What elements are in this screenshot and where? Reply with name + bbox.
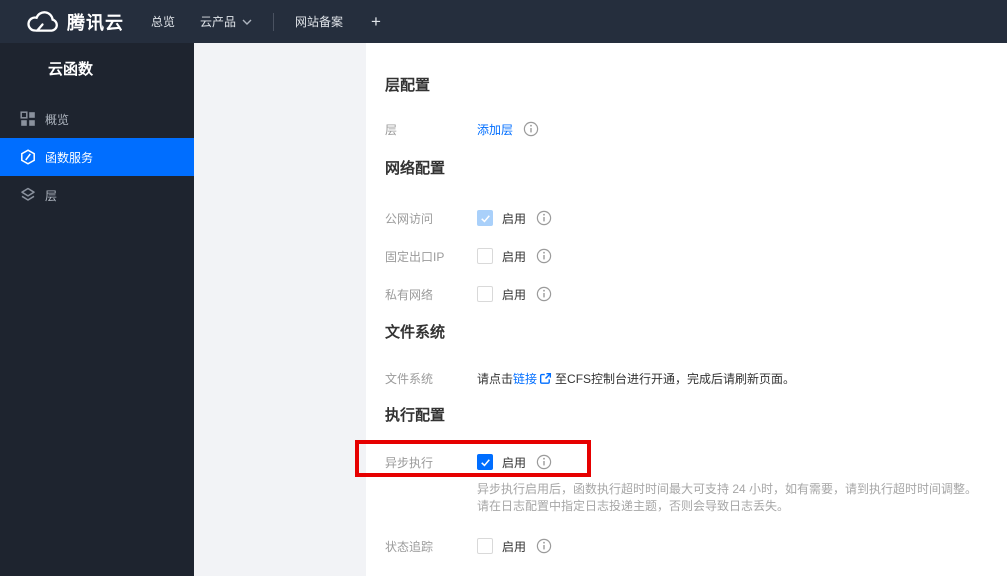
section-heading-execution-config: 执行配置 [385,407,446,424]
section-heading-file-system: 文件系统 [385,324,446,341]
enable-label: 启用 [502,287,527,302]
section-heading-network-config: 网络配置 [385,160,446,177]
topbar-nav: 总览 云产品 网站备案 + [151,12,381,31]
file-system-row: 文件系统 请点击链接 至CFS控制台进行开通，完成后请刷新页面。 [385,369,1007,387]
info-icon[interactable] [536,454,552,470]
info-icon[interactable] [536,286,552,302]
nav-overview[interactable]: 总览 [151,13,175,30]
layers-icon [21,187,35,201]
sidebar-item-overview[interactable]: 概览 [0,100,194,138]
brand-name: 腾讯云 [67,12,124,33]
async-desc-line1: 异步执行启用后，函数执行超时时间最大可支持 24 小时，如有需要，请到执行超时时… [477,482,978,496]
sidebar-title: 云函数 [48,61,94,78]
nav-divider [273,12,275,31]
sidebar-item-label: 层 [45,188,58,203]
fixed-ip-label: 固定出口IP [385,249,445,264]
sidebar-item-label: 概览 [45,112,70,127]
async-execution-checkbox[interactable] [477,454,493,470]
async-execution-label: 异步执行 [385,455,434,470]
section-heading-layer-config: 层配置 [385,77,431,94]
sidebar-item-label: 函数服务 [45,150,94,165]
info-icon[interactable] [523,121,539,137]
async-execution-row: 异步执行 启用 [385,450,1007,474]
grid-icon [20,111,35,126]
layer-row: 层 添加层 [385,120,1007,138]
nav-cloud-products[interactable]: 云产品 [200,13,252,30]
sidebar: 云函数 概览 函数服务 层 [0,43,194,576]
add-nav-tab-button[interactable]: + [371,13,381,30]
topbar: 腾讯云 总览 云产品 网站备案 + [0,0,1007,43]
function-config-form: 层配置 层 添加层 网络配置 公网访问 启用 固定出口IP 启用 私有网络 启用… [366,43,1007,576]
fixed-ip-row: 固定出口IP 启用 [385,244,1007,268]
status-tracking-checkbox[interactable] [477,538,493,554]
add-layer-link[interactable]: 添加层 [477,121,513,138]
function-hexagon-icon [21,149,35,165]
enable-label: 启用 [502,211,527,226]
nav-website-beian[interactable]: 网站备案 [295,13,343,30]
enable-label: 启用 [502,455,527,470]
enable-label: 启用 [502,539,527,554]
status-tracking-label: 状态追踪 [385,539,434,554]
file-system-hint-suffix: 至CFS控制台进行开通，完成后请刷新页面。 [555,371,796,386]
private-network-checkbox[interactable] [477,286,493,302]
chevron-down-icon [242,19,252,25]
tencent-cloud-logo-icon [27,10,58,32]
brand-home-link[interactable]: 腾讯云 [22,9,124,35]
file-system-label: 文件系统 [385,371,434,386]
sidebar-item-function-service[interactable]: 函数服务 [0,138,194,176]
nav-cloud-products-label: 云产品 [200,15,237,29]
enable-label: 启用 [502,249,527,264]
secondary-pane [194,43,366,576]
fixed-ip-checkbox[interactable] [477,248,493,264]
external-link-icon[interactable] [539,372,552,385]
private-network-row: 私有网络 启用 [385,282,1007,306]
async-execution-description: 异步执行启用后，函数执行超时时间最大可支持 24 小时，如有需要，请到执行超时时… [477,481,1007,515]
check-icon [480,458,490,467]
sidebar-menu: 概览 函数服务 层 [0,100,194,214]
public-access-checkbox [477,210,493,226]
sidebar-item-layers[interactable]: 层 [0,176,194,214]
async-desc-line2: 请在日志配置中指定日志投递主题，否则会导致日志丢失。 [477,499,790,513]
private-network-label: 私有网络 [385,287,434,302]
check-icon [480,214,490,223]
public-access-row: 公网访问 启用 [385,206,1007,230]
info-icon[interactable] [536,248,552,264]
info-icon[interactable] [536,538,552,554]
cfs-console-link[interactable]: 链接 [513,372,537,386]
public-access-label: 公网访问 [385,211,434,226]
info-icon[interactable] [536,210,552,226]
status-tracking-row: 状态追踪 启用 [385,534,1007,558]
file-system-hint-prefix: 请点击 [477,371,514,386]
layer-label: 层 [385,122,398,137]
